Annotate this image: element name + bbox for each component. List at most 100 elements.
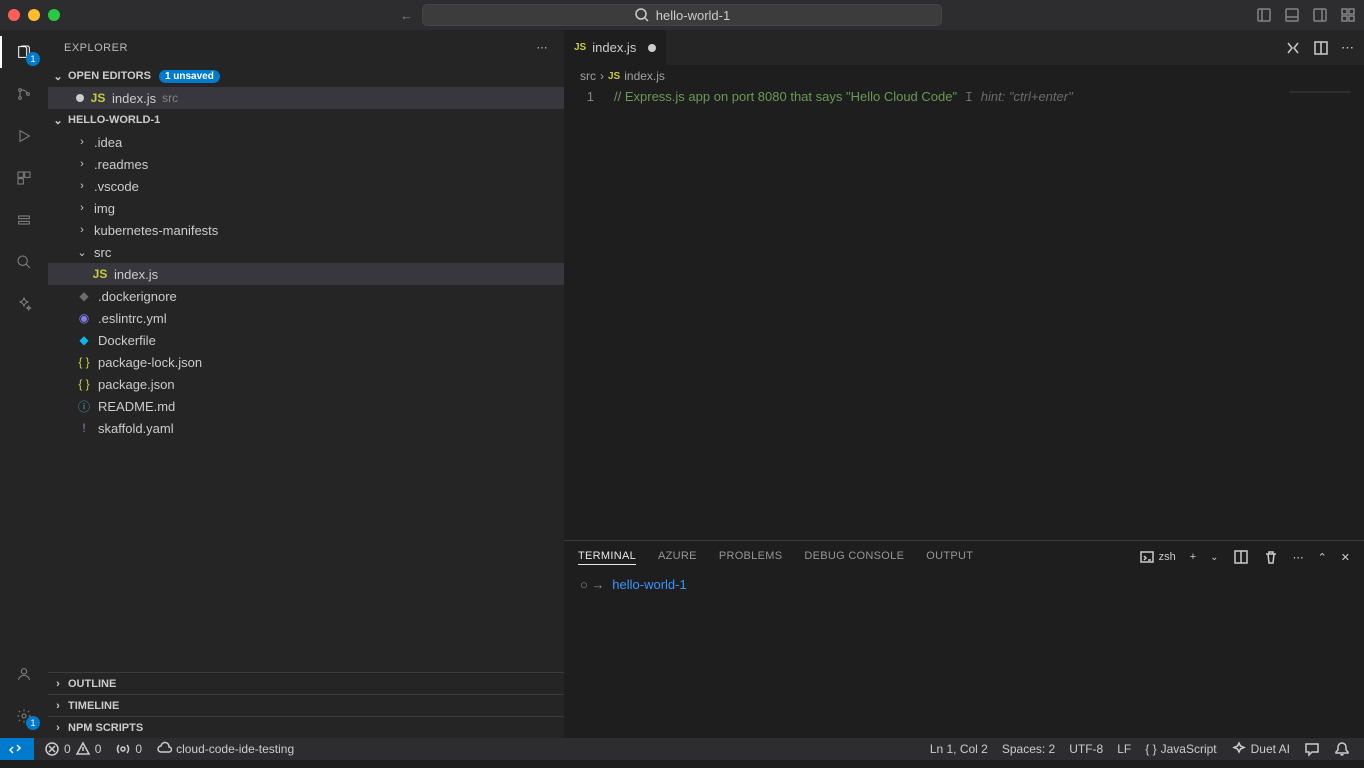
cloud-code-activity-icon[interactable] <box>12 208 36 232</box>
breadcrumb[interactable]: src › JS index.js <box>564 65 1364 87</box>
sidebar-more-icon[interactable]: ⋯ <box>537 41 549 54</box>
split-terminal-icon[interactable] <box>1233 549 1249 565</box>
split-editor-icon[interactable] <box>1313 40 1329 56</box>
panel-tab-azure[interactable]: AZURE <box>658 550 697 564</box>
file-index-js[interactable]: JS index.js <box>48 263 564 285</box>
tab-index-js[interactable]: JS index.js <box>564 30 667 65</box>
source-control-activity-icon[interactable] <box>12 82 36 106</box>
maximize-panel-icon[interactable]: ⌃ <box>1318 551 1327 564</box>
file-dockerfile[interactable]: ◆Dockerfile <box>48 329 564 351</box>
info-icon: ⓘ <box>76 398 92 414</box>
folder-readmes[interactable]: ›.readmes <box>48 153 564 175</box>
status-indent[interactable]: Spaces: 2 <box>1002 742 1055 756</box>
run-debug-activity-icon[interactable] <box>12 124 36 148</box>
settings-activity-icon[interactable]: 1 <box>12 704 36 728</box>
file-eslintrc[interactable]: ◉.eslintrc.yml <box>48 307 564 329</box>
status-feedback[interactable] <box>1304 741 1320 757</box>
status-ports[interactable]: 0 <box>115 741 142 757</box>
terminal-profile[interactable]: zsh <box>1139 549 1176 565</box>
file-dockerignore[interactable]: ◆.dockerignore <box>48 285 564 307</box>
section-label: OUTLINE <box>68 678 116 690</box>
minimize-window-button[interactable] <box>28 9 40 21</box>
panel-tab-problems[interactable]: PROBLEMS <box>719 550 783 564</box>
duet-activity-icon[interactable] <box>12 292 36 316</box>
status-bar: 0 0 0 cloud-code-ide-testing Ln 1, Col 2… <box>0 738 1364 760</box>
file-package-lock[interactable]: { }package-lock.json <box>48 351 564 373</box>
unsaved-dot-icon <box>76 94 84 102</box>
timeline-section[interactable]: ›TIMELINE <box>48 694 564 716</box>
toggle-secondary-sidebar-icon[interactable] <box>1312 7 1328 23</box>
open-editor-item[interactable]: JS index.js src <box>48 87 564 109</box>
minimap[interactable] <box>1284 87 1364 540</box>
compare-icon[interactable] <box>1285 40 1301 56</box>
editor-more-icon[interactable]: ⋯ <box>1341 40 1354 56</box>
folder-kubernetes-manifests[interactable]: ›kubernetes-manifests <box>48 219 564 241</box>
project-section[interactable]: ⌄ HELLO-WORLD-1 <box>48 109 564 131</box>
search-activity-icon[interactable] <box>12 250 36 274</box>
breadcrumb-folder[interactable]: src <box>580 69 596 83</box>
sidebar-header: EXPLORER ⋯ <box>48 30 564 65</box>
folder-src[interactable]: ⌄src <box>48 241 564 263</box>
tab-bar: JS index.js ⋯ <box>564 30 1364 65</box>
remote-button[interactable] <box>0 738 34 760</box>
nav-back-button[interactable]: ← <box>400 8 413 23</box>
shell-label: zsh <box>1159 551 1176 563</box>
status-cloud-project[interactable]: cloud-code-ide-testing <box>156 741 294 757</box>
open-editors-section[interactable]: ⌄ OPEN EDITORS 1 unsaved <box>48 65 564 87</box>
toggle-panel-icon[interactable] <box>1284 7 1300 23</box>
customize-layout-icon[interactable] <box>1340 7 1356 23</box>
file-package-json[interactable]: { }package.json <box>48 373 564 395</box>
folder-idea[interactable]: ›.idea <box>48 131 564 153</box>
open-editor-filename: index.js <box>112 91 156 106</box>
panel-more-icon[interactable]: ⋯ <box>1293 551 1304 564</box>
sparkle-icon <box>1231 741 1247 757</box>
file-readme[interactable]: ⓘREADME.md <box>48 395 564 417</box>
accounts-activity-icon[interactable] <box>12 662 36 686</box>
new-terminal-button[interactable]: + <box>1190 551 1196 563</box>
status-notifications[interactable] <box>1334 741 1350 757</box>
bell-icon <box>1334 741 1350 757</box>
maximize-window-button[interactable] <box>48 9 60 21</box>
status-encoding[interactable]: UTF-8 <box>1069 742 1103 756</box>
status-eol[interactable]: LF <box>1117 742 1131 756</box>
panel-tab-debug-console[interactable]: DEBUG CONSOLE <box>804 550 904 564</box>
status-duet-ai[interactable]: Duet AI <box>1231 741 1290 757</box>
file-label: index.js <box>114 267 158 282</box>
json-icon: { } <box>76 376 92 392</box>
panel-tab-output[interactable]: OUTPUT <box>926 550 973 564</box>
close-panel-icon[interactable]: ✕ <box>1341 551 1350 564</box>
explorer-activity-icon[interactable]: 1 <box>12 40 36 64</box>
kill-terminal-icon[interactable] <box>1263 549 1279 565</box>
tab-label: index.js <box>592 40 636 55</box>
toggle-primary-sidebar-icon[interactable] <box>1256 7 1272 23</box>
inline-hint: hint: "ctrl+enter" <box>974 89 1073 104</box>
terminal-dropdown-icon[interactable]: ⌄ <box>1210 552 1218 563</box>
terminal-body[interactable]: ○ → hello-world-1 <box>564 573 1364 738</box>
status-ln-col[interactable]: Ln 1, Col 2 <box>930 742 988 756</box>
js-file-icon: JS <box>92 266 108 282</box>
extensions-activity-icon[interactable] <box>12 166 36 190</box>
folder-label: kubernetes-manifests <box>94 223 218 238</box>
breadcrumb-file[interactable]: index.js <box>624 69 665 83</box>
panel-tab-terminal[interactable]: TERMINAL <box>578 550 636 565</box>
status-problems[interactable]: 0 0 <box>44 741 101 757</box>
remote-icon <box>9 741 25 757</box>
code-line-1[interactable]: // Express.js app on port 8080 that says… <box>614 87 1073 540</box>
cloud-icon <box>156 741 172 757</box>
project-name: HELLO-WORLD-1 <box>68 114 160 126</box>
search-label: hello-world-1 <box>656 8 730 23</box>
editor-content[interactable]: 1 // Express.js app on port 8080 that sa… <box>564 87 1364 540</box>
outline-section[interactable]: ›OUTLINE <box>48 672 564 694</box>
npm-scripts-section[interactable]: ›NPM SCRIPTS <box>48 716 564 738</box>
folder-img[interactable]: ›img <box>48 197 564 219</box>
breadcrumb-separator: › <box>600 69 604 83</box>
status-language[interactable]: { } JavaScript <box>1145 742 1216 756</box>
chevron-down-icon: ⌄ <box>52 114 64 127</box>
terminal-cwd: hello-world-1 <box>612 577 686 592</box>
layout-controls <box>1256 7 1356 23</box>
close-window-button[interactable] <box>8 9 20 21</box>
folder-vscode[interactable]: ›.vscode <box>48 175 564 197</box>
terminal-prompt-symbol: ○ → <box>580 577 604 592</box>
file-skaffold[interactable]: !skaffold.yaml <box>48 417 564 439</box>
command-center-search[interactable]: hello-world-1 <box>422 4 942 26</box>
